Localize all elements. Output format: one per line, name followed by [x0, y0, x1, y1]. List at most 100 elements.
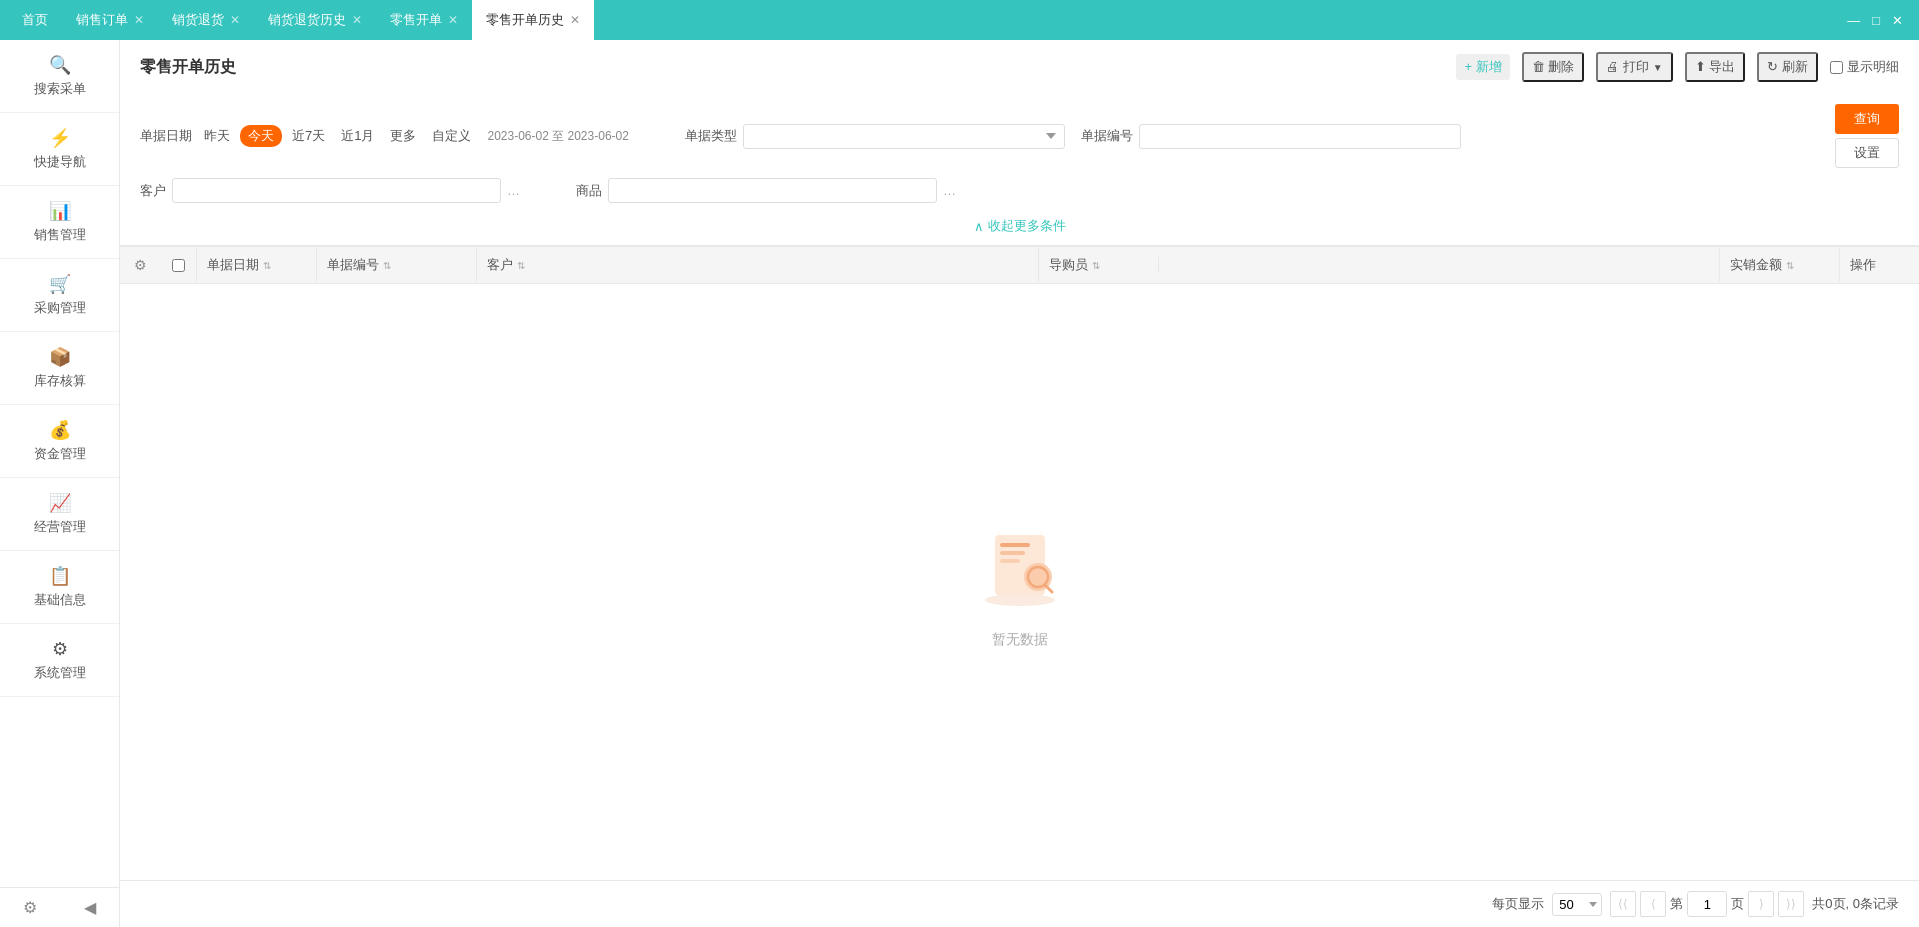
settings-bottom-btn[interactable]: ⚙	[23, 898, 37, 917]
operations-icon: 📈	[49, 492, 71, 514]
finance-icon: 💰	[49, 419, 71, 441]
date-opt-1month[interactable]: 近1月	[335, 125, 380, 147]
tab-retail-open[interactable]: 零售开单 ✕	[376, 0, 472, 40]
th-date[interactable]: 单据日期 ⇅	[196, 248, 316, 282]
empty-illustration	[970, 515, 1070, 615]
tab-sales-return[interactable]: 销货退货 ✕	[158, 0, 254, 40]
date-opt-yesterday[interactable]: 昨天	[198, 125, 236, 147]
sort-icon: ⇅	[1092, 260, 1100, 271]
refresh-button[interactable]: ↻ 刷新	[1757, 52, 1818, 82]
tab-sales-return-history[interactable]: 销货退货历史 ✕	[254, 0, 376, 40]
type-label: 单据类型	[685, 127, 737, 145]
cart-icon: 🛒	[49, 273, 71, 295]
delete-button[interactable]: 🗑 删除	[1522, 52, 1585, 82]
new-button[interactable]: + 新增	[1456, 54, 1509, 80]
sidebar-item-label: 系统管理	[34, 664, 86, 682]
goods-filter-field: 商品 …	[576, 178, 956, 203]
page-size-label: 每页显示	[1492, 895, 1544, 913]
first-page-btn[interactable]: ⟨⟨	[1610, 891, 1636, 917]
close-btn[interactable]: ✕	[1892, 13, 1903, 28]
svg-rect-3	[1000, 551, 1025, 555]
customer-input[interactable]	[172, 178, 501, 203]
page-title: 零售开单历史	[140, 57, 236, 78]
sidebar-item-label: 库存核算	[34, 372, 86, 390]
print-button[interactable]: 🖨 打印 ▼	[1596, 52, 1673, 82]
date-filter-field: 单据日期 昨天 今天 近7天 近1月 更多 自定义 2023-06-02 至 2…	[140, 125, 629, 147]
sidebar: 🔍 搜索采单 ⚡ 快捷导航 📊 销售管理 🛒 采购管理 📦 库存核算 💰 资金管…	[0, 40, 120, 927]
last-page-btn[interactable]: ⟩⟩	[1778, 891, 1804, 917]
sidebar-bottom: ⚙ ◀	[0, 887, 119, 927]
th-num[interactable]: 单据编号 ⇅	[316, 248, 476, 282]
th-amount[interactable]: 实销金额 ⇅	[1719, 248, 1839, 282]
page-suffix: 页	[1731, 895, 1744, 913]
main-layout: 🔍 搜索采单 ⚡ 快捷导航 📊 销售管理 🛒 采购管理 📦 库存核算 💰 资金管…	[0, 40, 1919, 927]
page-input[interactable]	[1687, 891, 1727, 917]
type-filter-field: 单据类型	[685, 124, 1065, 149]
show-detail-checkbox-label[interactable]: 显示明细	[1830, 58, 1899, 76]
sidebar-item-quick-nav[interactable]: ⚡ 快捷导航	[0, 113, 119, 186]
sidebar-item-finance[interactable]: 💰 资金管理	[0, 405, 119, 478]
sidebar-item-label: 快捷导航	[34, 153, 86, 171]
svg-rect-4	[1000, 559, 1020, 563]
goods-input[interactable]	[608, 178, 937, 203]
close-icon[interactable]: ✕	[570, 13, 580, 27]
collapse-sidebar-btn[interactable]: ◀	[84, 898, 96, 917]
collapse-filter-btn[interactable]: ∧ 收起更多条件	[140, 213, 1899, 245]
close-icon[interactable]: ✕	[230, 13, 240, 27]
lightning-icon: ⚡	[49, 127, 71, 149]
minimize-btn[interactable]: —	[1847, 13, 1860, 28]
sidebar-item-system[interactable]: ⚙ 系统管理	[0, 624, 119, 697]
show-detail-checkbox[interactable]	[1830, 61, 1843, 74]
maximize-btn[interactable]: □	[1872, 13, 1880, 28]
th-customer[interactable]: 客户 ⇅	[476, 248, 1038, 282]
table-settings-btn[interactable]: ⚙	[120, 257, 160, 273]
goods-label: 商品	[576, 182, 602, 200]
goods-ellipsis[interactable]: …	[943, 183, 956, 198]
page-header: 零售开单历史 + 新增 🗑 删除 🖨 打印 ▼ ⬆ 导出	[120, 40, 1919, 246]
th-guide[interactable]: 导购员 ⇅	[1038, 248, 1158, 282]
sidebar-item-sales[interactable]: 📊 销售管理	[0, 186, 119, 259]
tab-bar: 首页 销售订单 ✕ 销货退货 ✕ 销货退货历史 ✕ 零售开单 ✕ 零售开单历史 …	[8, 0, 1847, 40]
sort-icon: ⇅	[383, 260, 391, 271]
settings-button[interactable]: 设置	[1835, 138, 1899, 168]
page-nav: ⟨⟨ ⟨ 第 页 ⟩ ⟩⟩	[1610, 891, 1804, 917]
page-title-row: 零售开单历史 + 新增 🗑 删除 🖨 打印 ▼ ⬆ 导出	[140, 52, 1899, 82]
customer-ellipsis[interactable]: …	[507, 183, 520, 198]
box-icon: 📦	[49, 346, 71, 368]
num-input[interactable]	[1139, 124, 1461, 149]
query-button[interactable]: 查询	[1835, 104, 1899, 134]
tab-home[interactable]: 首页	[8, 0, 62, 40]
customer-filter-field: 客户 …	[140, 178, 520, 203]
select-all-checkbox[interactable]	[172, 259, 185, 272]
th-checkbox-all[interactable]	[160, 259, 196, 272]
tab-sales-order[interactable]: 销售订单 ✕	[62, 0, 158, 40]
next-page-btn[interactable]: ⟩	[1748, 891, 1774, 917]
page-total: 共0页, 0条记录	[1812, 895, 1899, 913]
close-icon[interactable]: ✕	[352, 13, 362, 27]
info-icon: 📋	[49, 565, 71, 587]
sidebar-item-inventory[interactable]: 📦 库存核算	[0, 332, 119, 405]
sidebar-item-search[interactable]: 🔍 搜索采单	[0, 40, 119, 113]
sidebar-item-basic-info[interactable]: 📋 基础信息	[0, 551, 119, 624]
gear-icon: ⚙	[52, 638, 68, 660]
type-select[interactable]	[743, 124, 1065, 149]
sidebar-item-operations[interactable]: 📈 经营管理	[0, 478, 119, 551]
sort-icon: ⇅	[517, 260, 525, 271]
close-icon[interactable]: ✕	[448, 13, 458, 27]
page-size-select[interactable]: 50 10 20 100	[1552, 893, 1602, 916]
date-opt-custom[interactable]: 自定义	[426, 125, 477, 147]
sidebar-item-purchase[interactable]: 🛒 采购管理	[0, 259, 119, 332]
table-container: ⚙ 单据日期 ⇅ 单据编号 ⇅ 客户 ⇅ 导购员 ⇅	[120, 246, 1919, 927]
date-opt-7days[interactable]: 近7天	[286, 125, 331, 147]
prev-page-btn[interactable]: ⟨	[1640, 891, 1666, 917]
date-opt-today[interactable]: 今天	[240, 125, 282, 147]
export-button[interactable]: ⬆ 导出	[1685, 52, 1746, 82]
date-range-text: 2023-06-02 至 2023-06-02	[487, 128, 628, 145]
table-header: ⚙ 单据日期 ⇅ 单据编号 ⇅ 客户 ⇅ 导购员 ⇅	[120, 246, 1919, 284]
sidebar-item-label: 资金管理	[34, 445, 86, 463]
tab-retail-open-history[interactable]: 零售开单历史 ✕	[472, 0, 594, 40]
sidebar-item-label: 经营管理	[34, 518, 86, 536]
sort-icon: ⇅	[1786, 260, 1794, 271]
close-icon[interactable]: ✕	[134, 13, 144, 27]
date-opt-more[interactable]: 更多	[384, 125, 422, 147]
